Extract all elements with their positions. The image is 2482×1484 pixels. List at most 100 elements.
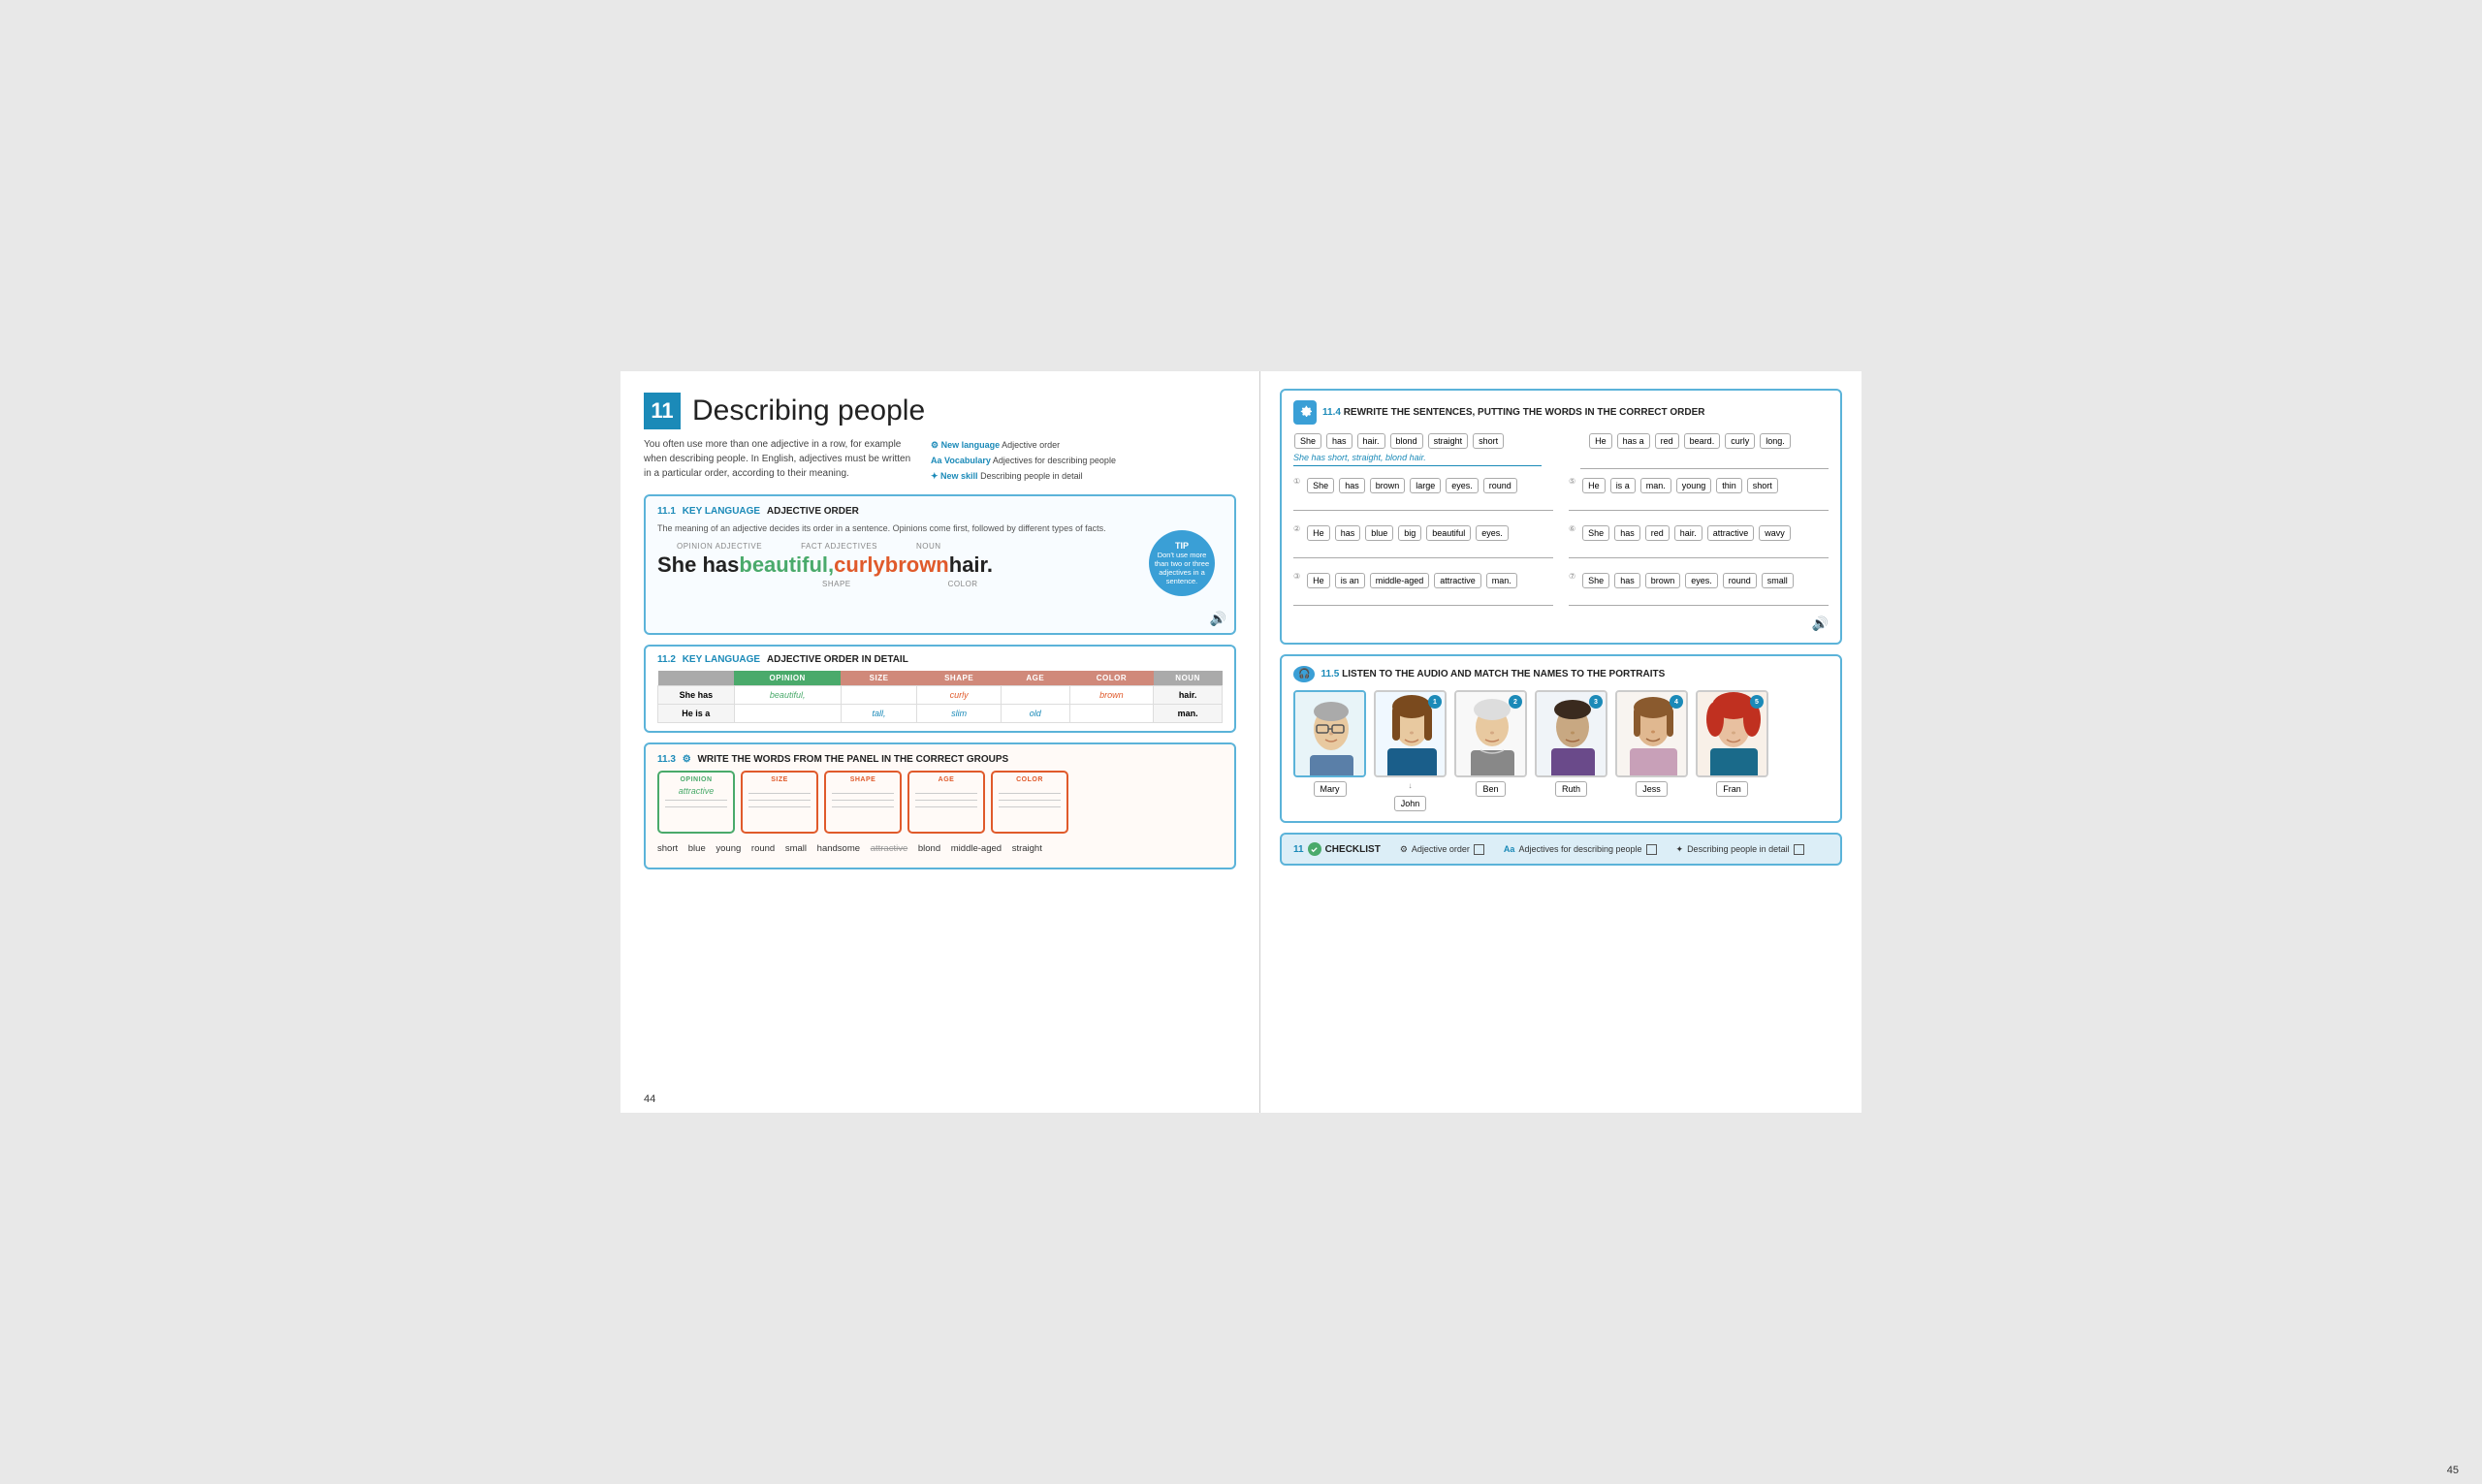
chip-curly: curly [1725,433,1755,449]
audio-button-11-1[interactable]: 🔊 [1210,611,1226,627]
chip-hair: hair. [1357,433,1385,449]
portrait-name-john: John [1394,796,1427,811]
checklist: 11 CHECKLIST ⚙ Adjective order Aa Adject… [1280,833,1842,866]
tip-bubble: TIP Don't use more than two or three adj… [1149,530,1215,596]
right-page: 11.4 REWRITE THE SENTENCES, PUTTING THE … [1260,371,1862,1113]
chip-straight: straight [1428,433,1469,449]
group-opinion-label: OPINION [665,776,727,783]
blank-2[interactable] [1293,545,1553,558]
portrait-name-ruth: Ruth [1555,781,1587,797]
group-age: AGE [907,771,985,834]
chips-row-5: ⑤ He is a man. young thin short [1569,477,1829,494]
section-11-4-header: 11.4 REWRITE THE SENTENCES, PUTTING THE … [1293,400,1829,425]
section-11-3: 11.3 ⚙ WRITE THE WORDS FROM THE PANEL IN… [644,742,1236,869]
checkbox-1[interactable] [1474,844,1484,855]
label-opinion-adj: OPINION ADJECTIVE [677,542,762,551]
col-noun: NOUN [1154,671,1223,686]
left-page: 11 Describing people You often use more … [620,371,1260,1113]
group-opinion: OPINION attractive [657,771,735,834]
portrait-ben: 2 Ben [1454,690,1527,797]
word-attractive-strike: attractive [871,843,908,854]
portrait-name-fran: Fran [1716,781,1748,797]
section-11-2-title: 11.2 KEY LANGUAGE ADJECTIVE ORDER IN DET… [657,654,1223,665]
blank-5[interactable] [1569,497,1829,511]
chip-has-a: has a [1617,433,1650,449]
sentence-she-has: She has [657,553,739,578]
checklist-item-1: ⚙ Adjective order [1400,844,1484,855]
chip-she: She [1294,433,1321,449]
audio-icon-11-5: 🎧 [1293,666,1315,682]
word-hair: hair. [949,553,993,578]
rewrite-row-3: ③ He is an middle-aged attractive man. [1293,572,1553,606]
row-4-blank[interactable] [1580,456,1829,469]
portrait-name-ben: Ben [1476,781,1505,797]
aa-icon-checklist: Aa [1504,844,1515,854]
word-bank: short blue young round small handsome at… [657,839,1223,858]
page-number-left: 44 [644,1093,655,1105]
word-blond: blond [918,843,940,854]
checklist-item-2: Aa Adjectives for describing people [1504,844,1657,855]
rewrite-row-7: ⑦ She has brown eyes. round small [1569,572,1829,606]
col-color: COLOR [1069,671,1154,686]
word-young: young [716,843,741,854]
rewrite-row-6: ⑥ She has red hair. attractive wavy [1569,524,1829,558]
word-small: small [785,843,807,854]
chip-has: has [1326,433,1352,449]
rewrite-row-5: ⑤ He is a man. young thin short [1569,477,1829,511]
blank-7[interactable] [1569,592,1829,606]
section-11-1: 11.1 KEY LANGUAGE ADJECTIVE ORDER The me… [644,494,1236,635]
blank-6[interactable] [1569,545,1829,558]
section-11-1-desc: The meaning of an adjective decides its … [657,522,1223,535]
groups-row: OPINION attractive SIZE SHAPE [657,771,1223,834]
word-short: short [657,843,678,854]
chip-beard: beard. [1684,433,1721,449]
rewrite-grid: ① She has brown large eyes. round ⑤ He [1293,477,1829,612]
page-header: 11 Describing people [644,393,1236,429]
rewrite-row-1: ① She has brown large eyes. round [1293,477,1553,511]
group-color: COLOR [991,771,1068,834]
chip-he: He [1589,433,1612,449]
checklist-item-3: ✦ Describing people in detail [1676,844,1804,855]
chip-red: red [1655,433,1679,449]
intro-text: You often use more than one adjective in… [644,437,915,485]
gear-icon-11-4 [1293,400,1317,425]
portrait-ruth: 3 Ruth [1535,690,1607,797]
adj-order-table: OPINION SIZE SHAPE AGE COLOR NOUN She ha… [657,671,1223,723]
group-opinion-content: attractive [665,786,727,796]
portrait-name-mary: Mary [1314,781,1347,797]
example-row: She has hair. blond straight short He ha… [1293,432,1829,469]
blank-1[interactable] [1293,497,1553,511]
group-size-label: SIZE [748,776,811,783]
checkbox-2[interactable] [1646,844,1657,855]
word-brown: brown [885,553,949,578]
portrait-fran: 5 Fran [1696,690,1768,797]
section-11-5-header: 🎧 11.5 LISTEN TO THE AUDIO AND MATCH THE… [1293,666,1829,682]
portrait-mary: Mary [1293,690,1366,797]
chip-blond: blond [1390,433,1423,449]
label-fact-adj: FACT ADJECTIVES [801,542,877,551]
page-title: Describing people [692,395,925,427]
word-middle-aged: middle-aged [951,843,1002,854]
chips-row-7: ⑦ She has brown eyes. round small [1569,572,1829,589]
group-size: SIZE [741,771,818,834]
section-11-2: 11.2 KEY LANGUAGE ADJECTIVE ORDER IN DET… [644,645,1236,733]
audio-button-11-4[interactable]: 🔊 [1812,616,1829,631]
gear-icon-checklist: ⚙ [1400,844,1408,855]
chips-row-6: ⑥ She has red hair. attractive wavy [1569,524,1829,542]
checkbox-3[interactable] [1794,844,1804,855]
blank-3[interactable] [1293,592,1553,606]
chip-short: short [1473,433,1504,449]
example-chips: She has hair. blond straight short He ha… [1293,432,1829,450]
col-opinion: OPINION [734,671,841,686]
section-11-4: 11.4 REWRITE THE SENTENCES, PUTTING THE … [1280,389,1842,645]
person-icon-checklist: ✦ [1676,844,1684,855]
col-shape: SHAPE [917,671,1002,686]
intro-meta: ⚙ New language Adjective order Aa Vocabu… [931,437,1116,485]
table-row: She has beautiful, curly brown hair. [658,685,1223,704]
word-beautiful: beautiful, [739,553,834,578]
section-11-5-title: 11.5 LISTEN TO THE AUDIO AND MATCH THE N… [1321,669,1665,679]
word-curly: curly [834,553,885,578]
chip-long: long. [1760,433,1791,449]
group-shape-label: SHAPE [832,776,894,783]
example-answer: She has short, straight, blond hair. [1293,453,1542,466]
